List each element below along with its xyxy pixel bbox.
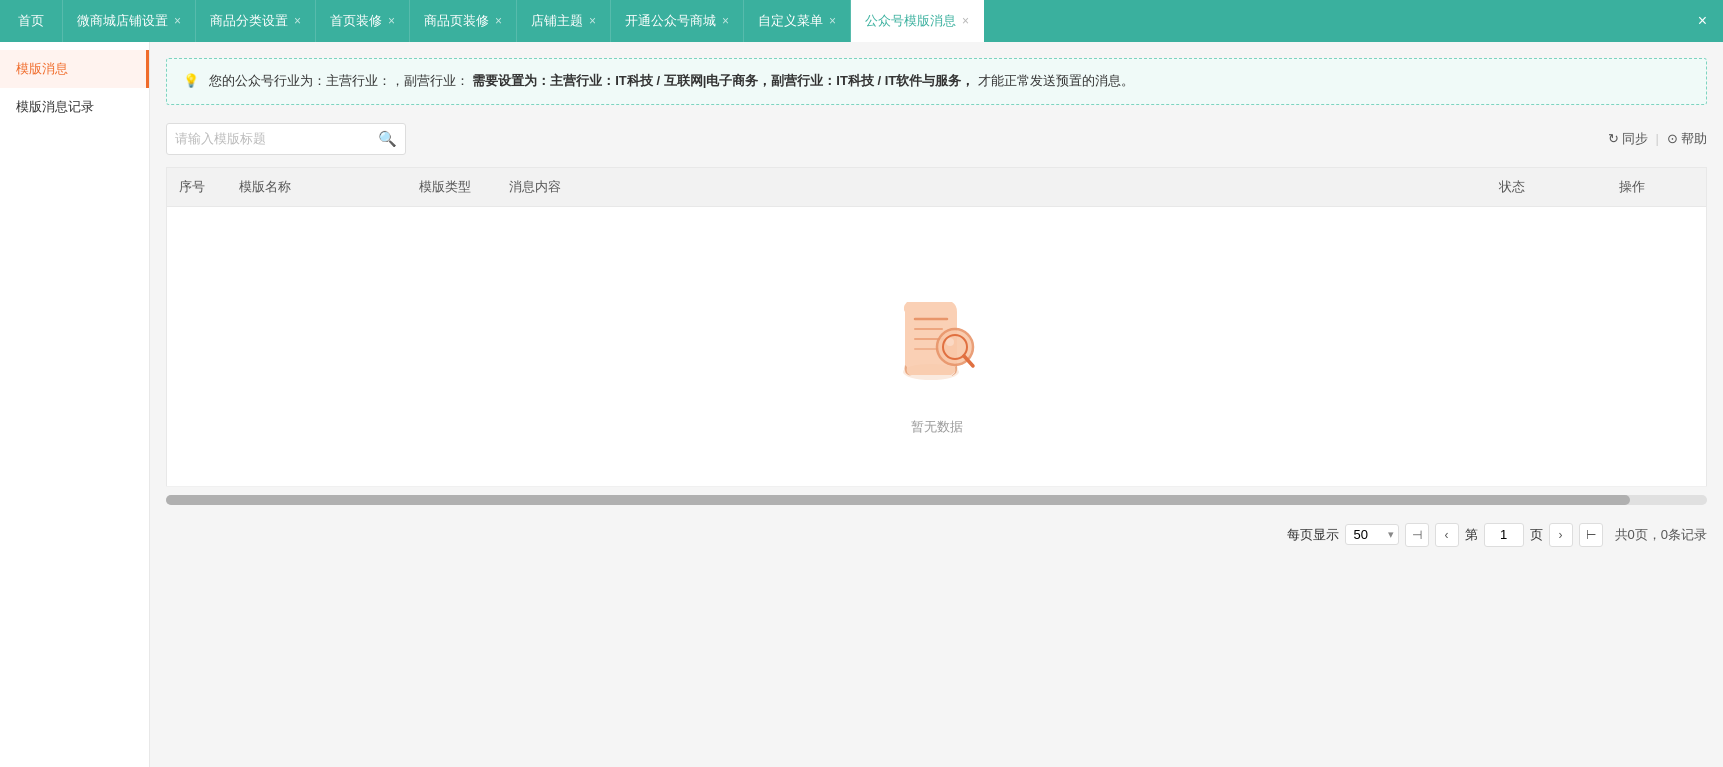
- prev-page-button[interactable]: ‹: [1435, 523, 1459, 547]
- sidebar: 模版消息 模版消息记录: [0, 42, 150, 767]
- toolbar-right: ↻ 同步 | ⊙ 帮助: [1608, 130, 1707, 148]
- last-page-button[interactable]: ⊢: [1579, 523, 1603, 547]
- sidebar-item-template-msg-record-label: 模版消息记录: [16, 99, 94, 114]
- close-icon-category[interactable]: ×: [294, 14, 301, 28]
- nav-tab-template-msg[interactable]: 公众号模版消息 ×: [851, 0, 984, 42]
- scrollbar-thumb[interactable]: [166, 495, 1630, 505]
- col-header-index: 序号: [167, 167, 227, 206]
- nav-tab-shop-settings[interactable]: 微商城店铺设置 ×: [63, 0, 196, 42]
- page-number-input[interactable]: [1484, 523, 1524, 547]
- nav-tab-menu[interactable]: 自定义菜单 ×: [744, 0, 851, 42]
- notice-banner: 💡 您的公众号行业为：主营行业：，副营行业： 需要设置为：主营行业：IT科技 /…: [166, 58, 1707, 105]
- pagination-row: 每页显示 50 20 100 ▾ ⊣ ‹ 第 页 › ⊢ 共0页，0条记录: [166, 513, 1707, 551]
- nav-tab-mall[interactable]: 开通公众号商城 ×: [611, 0, 744, 42]
- close-icon-homepage[interactable]: ×: [388, 14, 395, 28]
- search-input-wrap: 🔍: [166, 123, 406, 155]
- data-table: 序号 模版名称 模版类型 消息内容 状态 操作: [166, 167, 1707, 487]
- col-header-name: 模版名称: [227, 167, 407, 206]
- nav-tab-theme[interactable]: 店铺主题 ×: [517, 0, 611, 42]
- table-header-row: 序号 模版名称 模版类型 消息内容 状态 操作: [167, 167, 1707, 206]
- sidebar-item-template-msg-label: 模版消息: [16, 61, 68, 76]
- nav-tab-mall-label: 开通公众号商城: [625, 12, 716, 30]
- close-icon-mall[interactable]: ×: [722, 14, 729, 28]
- content-area: 💡 您的公众号行业为：主营行业：，副营行业： 需要设置为：主营行业：IT科技 /…: [150, 42, 1723, 767]
- first-page-button[interactable]: ⊣: [1405, 523, 1429, 547]
- nav-tab-category[interactable]: 商品分类设置 ×: [196, 0, 316, 42]
- close-icon-product-page[interactable]: ×: [495, 14, 502, 28]
- nav-tab-home[interactable]: 首页: [0, 0, 63, 42]
- per-page-select[interactable]: 50 20 100: [1345, 524, 1399, 545]
- page-suffix: 页: [1530, 526, 1543, 544]
- top-nav: 首页 微商城店铺设置 × 商品分类设置 × 首页装修 × 商品页装修 × 店铺主…: [0, 0, 1723, 42]
- global-close-button[interactable]: ×: [1682, 0, 1723, 42]
- total-info: 共0页，0条记录: [1615, 526, 1707, 544]
- sync-button[interactable]: ↻ 同步: [1608, 130, 1648, 148]
- sidebar-item-template-msg[interactable]: 模版消息: [0, 50, 149, 88]
- empty-state-illustration: [877, 277, 997, 397]
- col-header-action: 操作: [1607, 167, 1707, 206]
- nav-tab-homepage-label: 首页装修: [330, 12, 382, 30]
- empty-text: 暂无数据: [179, 418, 1694, 436]
- per-page-select-wrap: 50 20 100 ▾: [1345, 524, 1399, 545]
- sync-icon: ↻: [1608, 131, 1619, 146]
- nav-tab-menu-label: 自定义菜单: [758, 12, 823, 30]
- col-header-type: 模版类型: [407, 167, 497, 206]
- search-bar-row: 🔍 ↻ 同步 | ⊙ 帮助: [166, 123, 1707, 155]
- next-page-button[interactable]: ›: [1549, 523, 1573, 547]
- nav-tab-product-page[interactable]: 商品页装修 ×: [410, 0, 517, 42]
- toolbar-divider: |: [1656, 131, 1659, 146]
- col-header-content: 消息内容: [497, 167, 1487, 206]
- help-label: 帮助: [1681, 130, 1707, 148]
- help-button[interactable]: ⊙ 帮助: [1667, 130, 1707, 148]
- main-layout: 模版消息 模版消息记录 💡 您的公众号行业为：主营行业：，副营行业： 需要设置为…: [0, 42, 1723, 767]
- close-icon-template-msg[interactable]: ×: [962, 14, 969, 28]
- empty-state: 暂无数据: [179, 217, 1694, 476]
- sync-label: 同步: [1622, 130, 1648, 148]
- close-icon-menu[interactable]: ×: [829, 14, 836, 28]
- svg-point-8: [946, 338, 954, 346]
- nav-tab-category-label: 商品分类设置: [210, 12, 288, 30]
- horizontal-scrollbar[interactable]: [166, 495, 1707, 505]
- search-input[interactable]: [175, 131, 374, 146]
- page-label: 第: [1465, 526, 1478, 544]
- nav-tab-shop-settings-label: 微商城店铺设置: [77, 12, 168, 30]
- notice-icon: 💡: [183, 73, 199, 88]
- empty-state-row: 暂无数据: [167, 206, 1707, 486]
- close-icon-shop-settings[interactable]: ×: [174, 14, 181, 28]
- notice-prefix: 您的公众号行业为：主营行业：，副营行业：: [209, 73, 469, 88]
- nav-tab-theme-label: 店铺主题: [531, 12, 583, 30]
- sidebar-item-template-msg-record[interactable]: 模版消息记录: [0, 88, 149, 126]
- notice-suffix: 才能正常发送预置的消息。: [978, 73, 1134, 88]
- notice-highlight: 需要设置为：主营行业：IT科技 / 互联网|电子商务，副营行业：IT科技 / I…: [472, 73, 974, 88]
- empty-state-cell: 暂无数据: [167, 206, 1707, 486]
- nav-tab-product-page-label: 商品页装修: [424, 12, 489, 30]
- nav-tab-home-label: 首页: [18, 12, 44, 30]
- col-header-status: 状态: [1487, 167, 1607, 206]
- search-icon[interactable]: 🔍: [378, 130, 397, 148]
- nav-tab-template-msg-label: 公众号模版消息: [865, 12, 956, 30]
- help-icon: ⊙: [1667, 131, 1678, 146]
- close-icon-theme[interactable]: ×: [589, 14, 596, 28]
- nav-tab-homepage[interactable]: 首页装修 ×: [316, 0, 410, 42]
- per-page-label: 每页显示: [1287, 526, 1339, 544]
